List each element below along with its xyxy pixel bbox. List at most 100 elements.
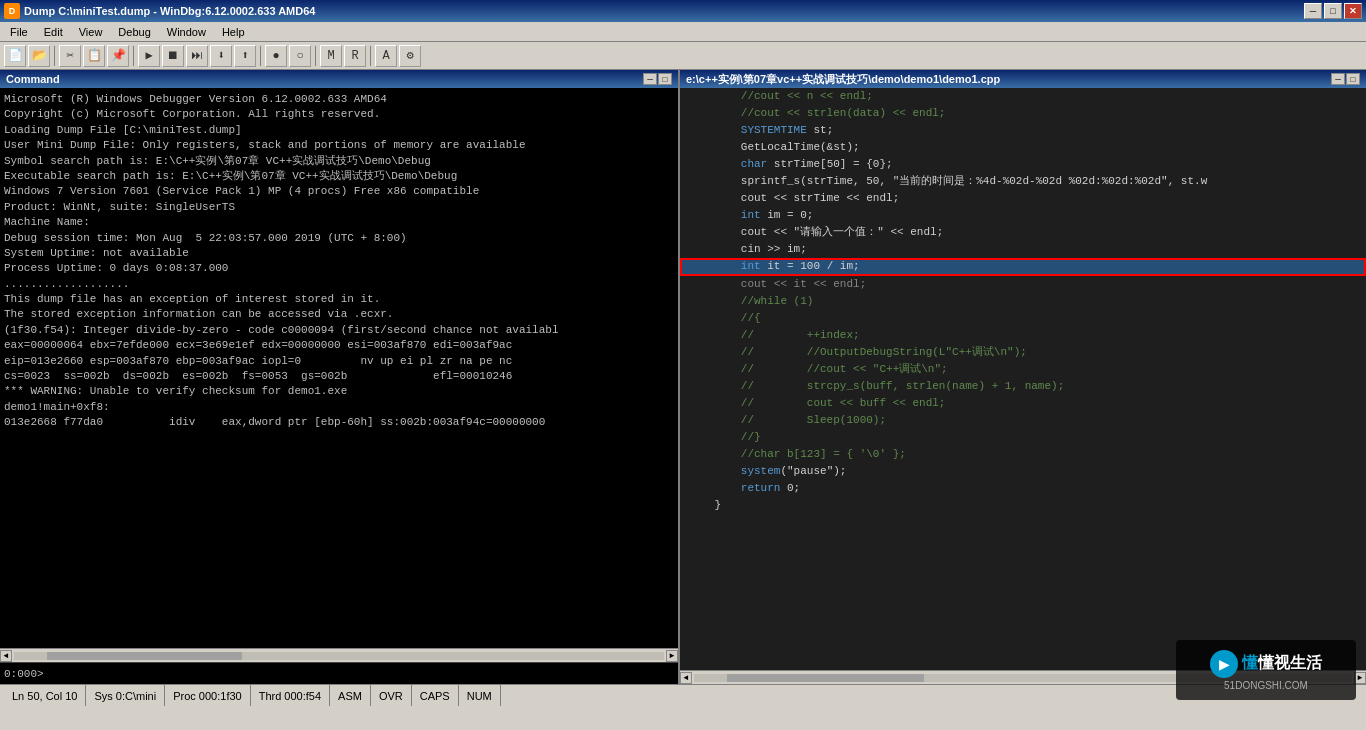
command-line: *** WARNING: Unable to verify checksum f… xyxy=(4,384,674,399)
toolbar-paste[interactable]: 📌 xyxy=(107,45,129,67)
toolbar-sep-4 xyxy=(315,46,316,66)
command-pane-buttons[interactable]: ─ □ xyxy=(643,73,672,85)
status-asm: ASM xyxy=(330,685,371,706)
code-line: // ++index; xyxy=(680,327,1366,344)
menu-window[interactable]: Window xyxy=(159,24,214,40)
code-line: cout << it << endl; xyxy=(680,276,1366,293)
code-keyword: int xyxy=(741,258,761,275)
command-line: (1f30.f54): Integer divide-by-zero - cod… xyxy=(4,323,674,338)
toolbar-run[interactable]: ▶ xyxy=(138,45,160,67)
toolbar-new[interactable]: 📄 xyxy=(4,45,26,67)
command-line: Loading Dump File [C:\miniTest.dump] xyxy=(4,123,674,138)
toolbar-step[interactable]: ⏭ xyxy=(186,45,208,67)
hscroll-thumb[interactable] xyxy=(47,652,242,660)
menu-debug[interactable]: Debug xyxy=(110,24,158,40)
toolbar-reg[interactable]: R xyxy=(344,45,366,67)
toolbar: 📄 📂 ✂ 📋 📌 ▶ ⏹ ⏭ ⬇ ⬆ ● ○ M R A ⚙ xyxy=(0,42,1366,70)
command-pane-label: Command xyxy=(6,73,60,85)
code-line: GetLocalTime(&st); xyxy=(680,139,1366,156)
command-line: Executable search path is: E:\C++实例\第07章… xyxy=(4,169,674,184)
source-pane-buttons[interactable]: ─ □ xyxy=(1331,73,1360,85)
code-line: //while (1) xyxy=(680,293,1366,310)
command-input-bar: 0:000> xyxy=(0,662,678,684)
toolbar-step-out[interactable]: ⬆ xyxy=(234,45,256,67)
status-sys: Sys 0:C\mini xyxy=(86,685,165,706)
command-line: Debug session time: Mon Aug 5 22:03:57.0… xyxy=(4,231,674,246)
menu-edit[interactable]: Edit xyxy=(36,24,71,40)
maximize-button[interactable]: □ xyxy=(1324,3,1342,19)
cmd-input[interactable] xyxy=(44,668,674,680)
source-hscroll-thumb[interactable] xyxy=(727,674,924,682)
toolbar-font[interactable]: A xyxy=(375,45,397,67)
command-line: demo1!main+0xf8: xyxy=(4,400,674,415)
code-text: it = 100 / im; xyxy=(761,258,860,275)
source-pane-max[interactable]: □ xyxy=(1346,73,1360,85)
toolbar-step-in[interactable]: ⬇ xyxy=(210,45,232,67)
code-line: int im = 0; xyxy=(680,207,1366,224)
command-line: Product: WinNt, suite: SingleUserTS xyxy=(4,200,674,215)
command-line: 013e2668 f77da0 idiv eax,dword ptr [ebp-… xyxy=(4,415,674,430)
status-ovr: OVR xyxy=(371,685,412,706)
toolbar-opts[interactable]: ⚙ xyxy=(399,45,421,67)
code-line: system("pause"); xyxy=(680,463,1366,480)
cmd-prompt: 0:000> xyxy=(4,668,44,680)
hscroll-right[interactable]: ► xyxy=(666,650,678,662)
code-line: //} xyxy=(680,429,1366,446)
toolbar-stop[interactable]: ⏹ xyxy=(162,45,184,67)
status-thrd: Thrd 000:f54 xyxy=(251,685,330,706)
close-button[interactable]: ✕ xyxy=(1344,3,1362,19)
menu-file[interactable]: File xyxy=(2,24,36,40)
command-pane-max[interactable]: □ xyxy=(658,73,672,85)
toolbar-mem[interactable]: M xyxy=(320,45,342,67)
code-line: int it = 100 / im; xyxy=(680,258,1366,275)
title-bar-left: D Dump C:\miniTest.dump - WinDbg:6.12.00… xyxy=(4,3,315,19)
hscroll-track xyxy=(14,652,664,660)
command-line: Machine Name: xyxy=(4,215,674,230)
code-line: cout << strTime << endl; xyxy=(680,190,1366,207)
code-line: // Sleep(1000); xyxy=(680,412,1366,429)
code-line: cin >> im; xyxy=(680,241,1366,258)
command-line: Microsoft (R) Windows Debugger Version 6… xyxy=(4,92,674,107)
menu-bar: File Edit View Debug Window Help xyxy=(0,22,1366,42)
source-pane-min[interactable]: ─ xyxy=(1331,73,1345,85)
minimize-button[interactable]: ─ xyxy=(1304,3,1322,19)
command-line: System Uptime: not available xyxy=(4,246,674,261)
command-line: Windows 7 Version 7601 (Service Pack 1) … xyxy=(4,184,674,199)
source-pane: e:\c++实例\第07章vc++实战调试技巧\demo\demo1\demo1… xyxy=(680,70,1366,684)
code-line: // strcpy_s(buff, strlen(name) + 1, name… xyxy=(680,378,1366,395)
command-output: Microsoft (R) Windows Debugger Version 6… xyxy=(0,88,678,648)
main-area: Command ─ □ Microsoft (R) Windows Debugg… xyxy=(0,70,1366,684)
status-caps: CAPS xyxy=(412,685,459,706)
title-bar-buttons[interactable]: ─ □ ✕ xyxy=(1304,3,1362,19)
status-proc: Proc 000:1f30 xyxy=(165,685,251,706)
code-line: //cout << strlen(data) << endl; xyxy=(680,105,1366,122)
status-num: NUM xyxy=(459,685,501,706)
code-display: //cout << n << endl; //cout << strlen(da… xyxy=(680,88,1366,670)
code-line: //char b[123] = { '\0' }; xyxy=(680,446,1366,463)
command-pane-min[interactable]: ─ xyxy=(643,73,657,85)
command-line: ................... xyxy=(4,277,674,292)
command-line: The stored exception information can be … xyxy=(4,307,674,322)
source-hscroll-left[interactable]: ◄ xyxy=(680,672,692,684)
toolbar-bp[interactable]: ● xyxy=(265,45,287,67)
command-line: Process Uptime: 0 days 0:08:37.000 xyxy=(4,261,674,276)
app-icon: D xyxy=(4,3,20,19)
toolbar-sep-5 xyxy=(370,46,371,66)
status-bar: Ln 50, Col 10 Sys 0:C\mini Proc 000:1f30… xyxy=(0,684,1366,706)
title-bar: D Dump C:\miniTest.dump - WinDbg:6.12.00… xyxy=(0,0,1366,22)
command-pane: Command ─ □ Microsoft (R) Windows Debugg… xyxy=(0,70,680,684)
code-line: } xyxy=(680,497,1366,514)
toolbar-open[interactable]: 📂 xyxy=(28,45,50,67)
watermark: ▶ 懂懂视生活 51DONGSHI.COM xyxy=(1176,640,1356,700)
toolbar-copy[interactable]: 📋 xyxy=(83,45,105,67)
hscroll-left[interactable]: ◄ xyxy=(0,650,12,662)
toolbar-clear-bp[interactable]: ○ xyxy=(289,45,311,67)
code-line: cout << "请输入一个值：" << endl; xyxy=(680,224,1366,241)
toolbar-cut[interactable]: ✂ xyxy=(59,45,81,67)
menu-view[interactable]: View xyxy=(71,24,111,40)
command-line: cs=0023 ss=002b ds=002b es=002b fs=0053 … xyxy=(4,369,674,384)
toolbar-sep-3 xyxy=(260,46,261,66)
menu-help[interactable]: Help xyxy=(214,24,253,40)
watermark-play-icon: ▶ xyxy=(1210,650,1238,678)
command-hscroll[interactable]: ◄ ► xyxy=(0,648,678,662)
